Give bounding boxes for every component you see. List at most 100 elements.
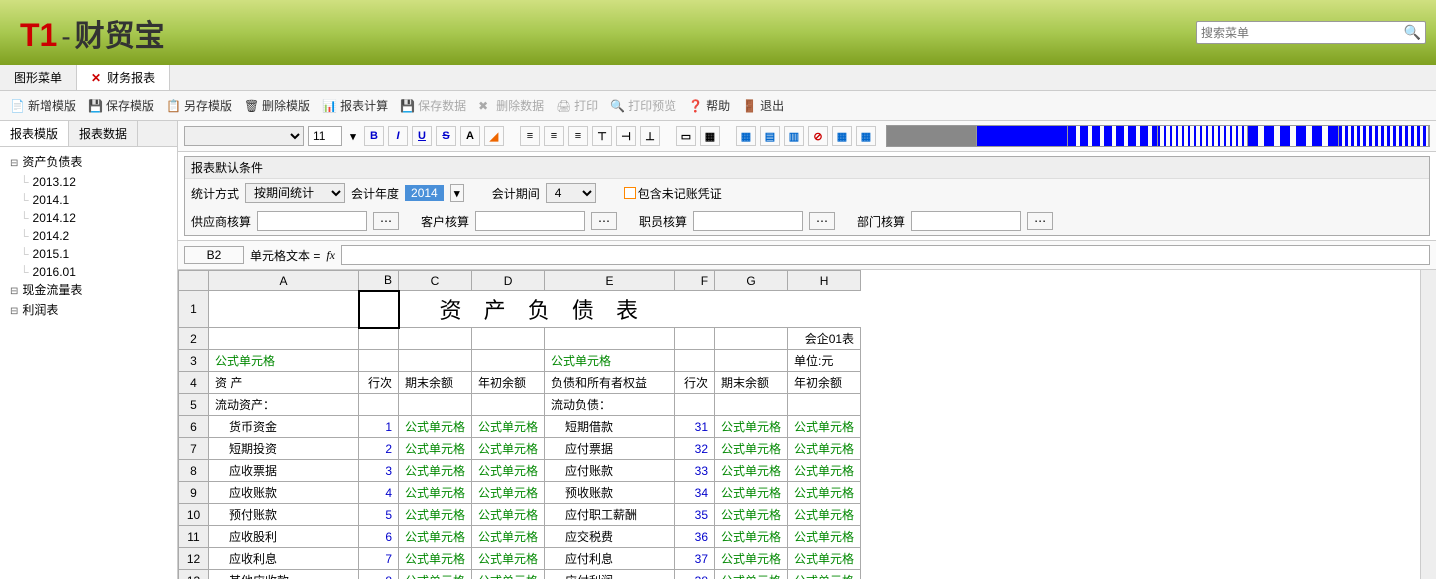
font-color-button[interactable]: A <box>460 126 480 146</box>
tree-child[interactable]: 2015.1 <box>6 245 171 263</box>
vertical-scrollbar[interactable] <box>1420 270 1436 579</box>
stat-method-select[interactable]: 按期间统计 <box>245 183 345 203</box>
logo-t1: T1 <box>20 17 57 54</box>
logo-text: 财贸宝 <box>75 11 165 55</box>
tab-graphic-menu[interactable]: 图形菜单 <box>0 65 77 90</box>
merge-button[interactable]: ▭ <box>676 126 696 146</box>
italic-button[interactable]: I <box>388 126 408 146</box>
border-button[interactable]: ▦ <box>700 126 720 146</box>
supplier-input[interactable] <box>257 211 367 231</box>
toolbar-deldata: ✖删除数据 <box>478 97 544 114</box>
strike-button[interactable]: S <box>436 126 456 146</box>
stat-method-label: 统计方式 <box>191 185 239 202</box>
col-header[interactable]: H <box>788 271 861 291</box>
pattern-strip[interactable] <box>886 125 1430 147</box>
tree-child[interactable]: 2014.1 <box>6 191 171 209</box>
tree-child[interactable]: 2016.01 <box>6 263 171 281</box>
toolbar-plus[interactable]: 📄新增模版 <box>10 97 76 114</box>
align-right-button[interactable]: ≡ <box>568 126 588 146</box>
toolbar-save[interactable]: 💾保存模版 <box>88 97 154 114</box>
year-spinner[interactable]: ▾ <box>450 184 464 202</box>
deldata-icon: ✖ <box>478 99 492 113</box>
tree-child[interactable]: 2014.12 <box>6 209 171 227</box>
grid6-button[interactable]: ▦ <box>856 126 876 146</box>
print-icon: 🖨 <box>556 99 570 113</box>
close-icon[interactable]: ✕ <box>91 71 101 85</box>
col-header[interactable]: F <box>675 271 715 291</box>
row-header[interactable]: 1 <box>179 291 209 328</box>
include-unposted-checkbox[interactable]: 包含未记账凭证 <box>624 185 722 202</box>
col-header[interactable]: D <box>472 271 545 291</box>
period-label: 会计期间 <box>492 185 540 202</box>
col-header[interactable]: E <box>545 271 675 291</box>
align-left-button[interactable]: ≡ <box>520 126 540 146</box>
fill-color-button[interactable]: ◢ <box>484 126 504 146</box>
col-header[interactable]: C <box>399 271 472 291</box>
underline-button[interactable]: U <box>412 126 432 146</box>
sidebar-tab-template[interactable]: 报表模版 <box>0 121 69 146</box>
conditions-title: 报表默认条件 <box>185 157 1429 179</box>
toolbar-savedata: 💾保存数据 <box>400 97 466 114</box>
grid1-button[interactable]: ▦ <box>736 126 756 146</box>
cell-reference[interactable]: B2 <box>184 246 244 264</box>
search-icon[interactable]: 🔍 <box>1404 24 1421 41</box>
align-center-button[interactable]: ≡ <box>544 126 564 146</box>
formula-label: 单元格文本 = <box>250 247 320 264</box>
toolbar-saveas[interactable]: 📋另存模版 <box>166 97 232 114</box>
year-value[interactable]: 2014 <box>405 185 444 201</box>
tree-child[interactable]: 2014.2 <box>6 227 171 245</box>
savedata-icon: 💾 <box>400 99 414 113</box>
grid5-button[interactable]: ▦ <box>832 126 852 146</box>
font-family-select[interactable] <box>184 126 304 146</box>
tab-financial-report[interactable]: ✕财务报表 <box>77 65 170 90</box>
employee-browse[interactable]: ⋯ <box>809 212 835 230</box>
tree-node[interactable]: 现金流量表 <box>6 281 171 301</box>
align-middle-button[interactable]: ⊣ <box>616 126 636 146</box>
toolbar-delete[interactable]: 🗑删除模版 <box>244 97 310 114</box>
search-input[interactable] <box>1201 26 1404 40</box>
col-header[interactable]: A <box>209 271 359 291</box>
plus-icon: 📄 <box>10 99 24 113</box>
period-select[interactable]: 4 <box>546 183 596 203</box>
dept-input[interactable] <box>911 211 1021 231</box>
toolbar-preview: 🔍打印预览 <box>610 97 676 114</box>
save-icon: 💾 <box>88 99 102 113</box>
employee-input[interactable] <box>693 211 803 231</box>
toolbar-help[interactable]: ❓帮助 <box>688 97 730 114</box>
help-icon: ❓ <box>688 99 702 113</box>
supplier-browse[interactable]: ⋯ <box>373 212 399 230</box>
customer-browse[interactable]: ⋯ <box>591 212 617 230</box>
grid4-button[interactable]: ⊘ <box>808 126 828 146</box>
align-bottom-button[interactable]: ⊥ <box>640 126 660 146</box>
spreadsheet-grid[interactable]: ABCDEFGH1资 产 负 债 表2会企01表3公式单元格公式单元格单位:元4… <box>178 270 1436 579</box>
calc-icon: 📊 <box>322 99 336 113</box>
preview-icon: 🔍 <box>610 99 624 113</box>
toolbar-exit[interactable]: 🚪退出 <box>742 97 784 114</box>
customer-label: 客户核算 <box>421 213 469 230</box>
grid2-button[interactable]: ▤ <box>760 126 780 146</box>
supplier-label: 供应商核算 <box>191 213 251 230</box>
grid3-button[interactable]: ▥ <box>784 126 804 146</box>
bold-button[interactable]: B <box>364 126 384 146</box>
checkbox-icon <box>624 187 636 199</box>
exit-icon: 🚪 <box>742 99 756 113</box>
font-size-spinner[interactable]: ▾ <box>346 126 360 146</box>
dept-browse[interactable]: ⋯ <box>1027 212 1053 230</box>
sidebar-tab-data[interactable]: 报表数据 <box>69 121 138 146</box>
formula-input[interactable] <box>341 245 1430 265</box>
col-header[interactable]: G <box>715 271 788 291</box>
tree-node[interactable]: 资产负债表 <box>6 153 171 173</box>
main-area: ▾ B I U S A ◢ ≡ ≡ ≡ ⊤ ⊣ ⊥ ▭ ▦ ▦ ▤ ▥ ⊘ ▦ … <box>178 121 1436 579</box>
col-header[interactable]: B <box>359 271 399 291</box>
search-box[interactable]: 🔍 <box>1196 21 1426 44</box>
sidebar: 报表模版 报表数据 资产负债表2013.122014.12014.122014.… <box>0 121 178 579</box>
formula-bar: B2 单元格文本 = fx <box>178 240 1436 270</box>
customer-input[interactable] <box>475 211 585 231</box>
tree-node[interactable]: 利润表 <box>6 301 171 321</box>
align-top-button[interactable]: ⊤ <box>592 126 612 146</box>
tree-child[interactable]: 2013.12 <box>6 173 171 191</box>
font-size-input[interactable] <box>308 126 342 146</box>
format-bar: ▾ B I U S A ◢ ≡ ≡ ≡ ⊤ ⊣ ⊥ ▭ ▦ ▦ ▤ ▥ ⊘ ▦ … <box>178 121 1436 152</box>
fx-icon[interactable]: fx <box>326 248 335 263</box>
toolbar-calc[interactable]: 📊报表计算 <box>322 97 388 114</box>
